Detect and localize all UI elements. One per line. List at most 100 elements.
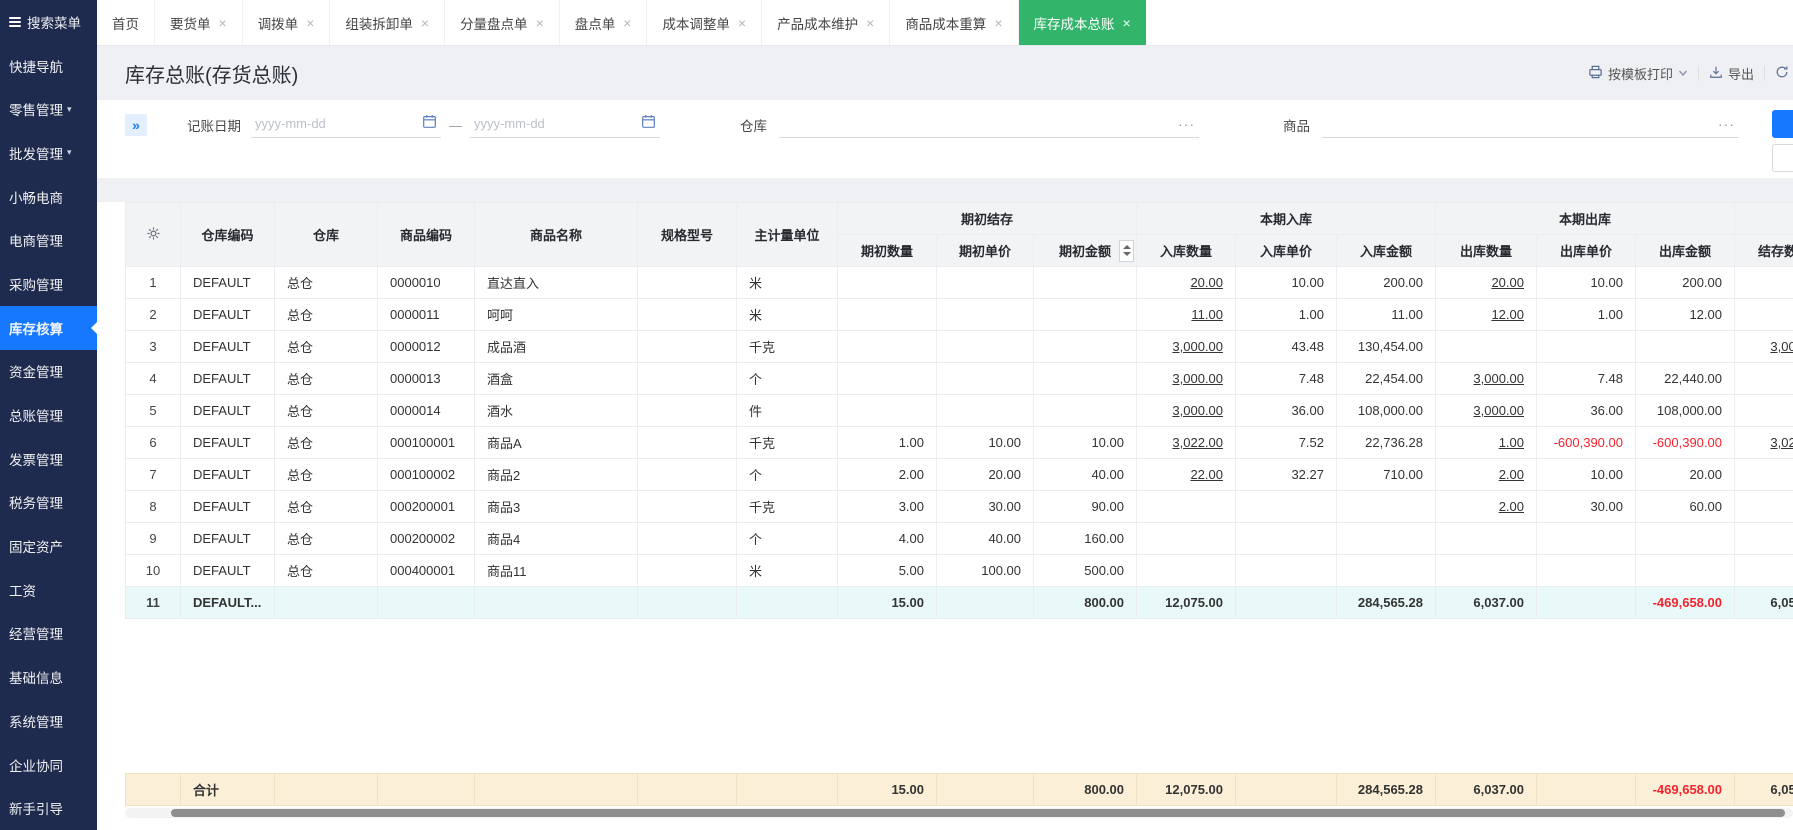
drilldown-link-cell[interactable]: 3,000.00 xyxy=(1136,394,1236,427)
tab-5[interactable]: 盘点单 × xyxy=(560,0,648,45)
close-tab-icon[interactable]: × xyxy=(536,16,544,30)
sidebar-item-11[interactable]: 税务管理 xyxy=(0,481,97,525)
drilldown-link-cell[interactable]: 2.00 xyxy=(1435,458,1537,491)
sidebar-item-16[interactable]: 系统管理 xyxy=(0,699,97,743)
cell xyxy=(837,362,937,395)
cell xyxy=(637,266,737,299)
sidebar-item-10[interactable]: 发票管理 xyxy=(0,437,97,481)
cell: 800.00 xyxy=(1033,773,1137,806)
product-input[interactable]: ··· xyxy=(1322,112,1739,138)
cell: 100.00 xyxy=(936,554,1034,587)
tab-1[interactable]: 要货单 × xyxy=(155,0,243,45)
sidebar-item-4[interactable]: 小畅电商 xyxy=(0,175,97,219)
sidebar-item-3[interactable]: 批发管理 ▾ xyxy=(0,131,97,175)
settings-column-header[interactable] xyxy=(125,202,181,267)
close-tab-icon[interactable]: × xyxy=(1123,16,1131,30)
cell: 7.48 xyxy=(1235,362,1337,395)
drilldown-link-cell[interactable]: 3,022.00 xyxy=(1734,426,1793,459)
cell xyxy=(637,426,737,459)
column-header: 结存数量 xyxy=(1734,234,1793,267)
sidebar-item-5[interactable]: 电商管理 xyxy=(0,218,97,262)
cell: 10.00 xyxy=(1033,426,1137,459)
tab-7[interactable]: 产品成本维护 × xyxy=(762,0,891,45)
warehouse-label: 仓库 xyxy=(740,119,767,134)
scrollbar-thumb[interactable] xyxy=(171,809,1785,817)
cell: 284,565.28 xyxy=(1336,586,1436,619)
refresh-button[interactable]: 刷新 xyxy=(1775,64,1793,83)
cell xyxy=(1635,330,1735,363)
drilldown-link-cell[interactable]: 2.00 xyxy=(1435,490,1537,523)
tab-9[interactable]: 库存成本总账 × xyxy=(1018,0,1146,45)
drilldown-link-cell[interactable]: 22.00 xyxy=(1136,458,1236,491)
sidebar-item-1[interactable]: 快捷导航 xyxy=(0,44,97,88)
tab-6[interactable]: 成本调整单 × xyxy=(647,0,763,45)
sidebar-item-label: 批发管理 xyxy=(9,146,63,162)
query-button[interactable] xyxy=(1772,110,1793,138)
sidebar-item-13[interactable]: 工资 xyxy=(0,568,97,612)
drilldown-link-cell[interactable]: 3,022.00 xyxy=(1136,426,1236,459)
close-tab-icon[interactable]: × xyxy=(623,16,631,30)
sidebar-item-6[interactable]: 采购管理 xyxy=(0,262,97,306)
tab-3[interactable]: 组装拆卸单 × xyxy=(330,0,446,45)
close-tab-icon[interactable]: × xyxy=(866,16,874,30)
sidebar-item-9[interactable]: 总账管理 xyxy=(0,393,97,437)
drilldown-link-cell[interactable]: 3,000.00 xyxy=(1136,330,1236,363)
table-row: 4 DEFAULT 总仓 0000013 酒盒个 3,000.00 7.48 22,454.0… xyxy=(125,362,1793,395)
calendar-icon[interactable] xyxy=(422,114,437,134)
warehouse-picker-button[interactable]: ··· xyxy=(1178,116,1195,132)
sidebar-item-2[interactable]: 零售管理 ▾ xyxy=(0,87,97,131)
tab-2[interactable]: 调拨单 × xyxy=(243,0,331,45)
drilldown-link-cell[interactable]: 20.00 xyxy=(1435,266,1537,299)
close-tab-icon[interactable]: × xyxy=(738,16,746,30)
export-button[interactable]: 导出 xyxy=(1709,64,1754,83)
column-header: 入库数量 xyxy=(1136,234,1236,267)
sidebar-item-14[interactable]: 经营管理 xyxy=(0,612,97,656)
close-tab-icon[interactable]: × xyxy=(994,16,1002,30)
cell: 710.00 xyxy=(1336,458,1436,491)
drilldown-link-cell[interactable]: 11.00 xyxy=(1136,298,1236,331)
sidebar-item-7[interactable]: 库存核算 xyxy=(0,305,97,350)
print-by-template-button[interactable]: 按模板打印 xyxy=(1588,64,1688,83)
close-tab-icon[interactable]: × xyxy=(219,16,227,30)
drilldown-link-cell[interactable]: 3,000.00 xyxy=(1136,362,1236,395)
sidebar-item-17[interactable]: 企业协同 xyxy=(0,743,97,787)
cell: 4.00 xyxy=(837,522,937,555)
sidebar-item-label: 工资 xyxy=(9,583,36,599)
drilldown-link-cell[interactable]: 20.00 xyxy=(1136,266,1236,299)
warehouse-input[interactable]: ··· xyxy=(779,112,1199,138)
sidebar-item-18[interactable]: 新手引导 xyxy=(0,786,97,830)
hamburger-menu-icon xyxy=(9,16,21,27)
cell xyxy=(1435,554,1537,587)
cell: 12,075.00 xyxy=(1136,586,1236,619)
close-tab-icon[interactable]: × xyxy=(306,16,314,30)
row-number: 8 xyxy=(125,490,181,523)
product-picker-button[interactable]: ··· xyxy=(1718,116,1735,132)
drilldown-link-cell[interactable]: 3,000.00 xyxy=(1435,394,1537,427)
sidebar-item-12[interactable]: 固定资产 xyxy=(0,524,97,568)
close-tab-icon[interactable]: × xyxy=(421,16,429,30)
drilldown-link-cell[interactable]: 3,000.00 xyxy=(1435,362,1537,395)
cell: 36.00 xyxy=(1235,394,1337,427)
calendar-icon[interactable] xyxy=(641,114,656,134)
cell: 千克 xyxy=(736,426,838,459)
filter-expand-button[interactable]: » xyxy=(125,114,147,136)
tab-bar: 首页 要货单 × 调拨单 × 组装拆卸单 × 分量盘点单 × 盘点单 × 成本调整单 × 产品成本维护 × 商… xyxy=(97,0,1793,46)
sidebar-item-0[interactable]: 搜索菜单 xyxy=(0,0,97,44)
drilldown-link-cell[interactable]: 3,000.00 xyxy=(1734,330,1793,363)
date-from-input[interactable]: yyyy-mm-dd xyxy=(251,112,441,138)
date-to-input[interactable]: yyyy-mm-dd xyxy=(470,112,660,138)
cell: -469,658.00 xyxy=(1635,586,1735,619)
horizontal-scrollbar[interactable] xyxy=(125,808,1793,818)
tab-4[interactable]: 分量盘点单 × xyxy=(445,0,560,45)
sidebar-item-15[interactable]: 基础信息 xyxy=(0,655,97,699)
reset-button[interactable] xyxy=(1772,144,1793,172)
cell: 22,440.00 xyxy=(1635,362,1735,395)
tab-0[interactable]: 首页 xyxy=(97,0,155,45)
drilldown-link-cell[interactable]: 12.00 xyxy=(1435,298,1537,331)
sidebar-item-8[interactable]: 资金管理 xyxy=(0,350,97,394)
page-title: 库存总账(存货总账) xyxy=(125,64,299,87)
divider xyxy=(1764,65,1766,81)
drilldown-link-cell[interactable]: 1.00 xyxy=(1435,426,1537,459)
tab-8[interactable]: 商品成本重算 × xyxy=(890,0,1019,45)
sort-spinner[interactable] xyxy=(1119,239,1134,262)
